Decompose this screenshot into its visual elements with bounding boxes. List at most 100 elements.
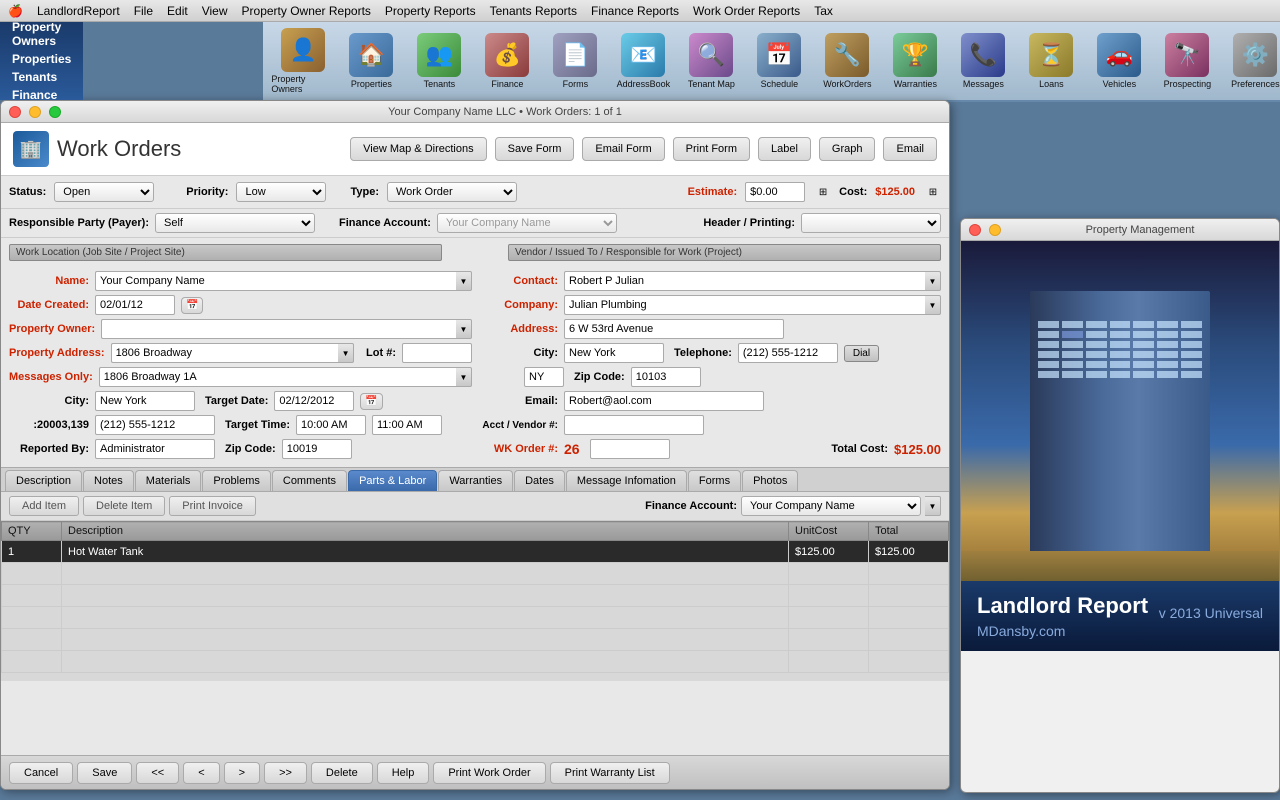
window-close-button[interactable]: [9, 106, 21, 118]
label-button[interactable]: Label: [758, 137, 811, 161]
sidebar-tenants[interactable]: Tenants: [12, 69, 71, 85]
view-map-button[interactable]: View Map & Directions: [350, 137, 486, 161]
target-time2-input[interactable]: [372, 415, 442, 435]
toolbar-messages[interactable]: 📞 Messages: [951, 26, 1015, 96]
menu-item-property-owner-reports[interactable]: Property Owner Reports: [242, 4, 371, 18]
property-owner-input[interactable]: [101, 319, 456, 339]
table-row[interactable]: [2, 585, 949, 607]
table-row[interactable]: [2, 629, 949, 651]
email-button[interactable]: Email: [883, 137, 937, 161]
tab-dates[interactable]: Dates: [514, 470, 565, 491]
add-item-button[interactable]: Add Item: [9, 496, 79, 516]
save-button[interactable]: Save: [77, 762, 132, 784]
wk-order-input[interactable]: [590, 439, 670, 459]
toolbar-vehicles[interactable]: 🚗 Vehicles: [1087, 26, 1151, 96]
company-arrow[interactable]: ▼: [925, 295, 941, 315]
contact-arrow[interactable]: ▼: [925, 271, 941, 291]
target-date-picker[interactable]: 📅: [360, 393, 382, 410]
email-form-button[interactable]: Email Form: [582, 137, 664, 161]
menu-item-work-order-reports[interactable]: Work Order Reports: [693, 4, 800, 18]
toolbar-property-owners[interactable]: 👤 Property Owners: [271, 26, 335, 96]
responsible-party-select[interactable]: Self: [155, 213, 315, 233]
table-row[interactable]: [2, 563, 949, 585]
print-work-order-button[interactable]: Print Work Order: [433, 762, 545, 784]
table-row[interactable]: [2, 607, 949, 629]
estimate-grid-icon[interactable]: ⊞: [815, 184, 831, 200]
date-created-picker[interactable]: 📅: [181, 297, 203, 314]
tab-description[interactable]: Description: [5, 470, 82, 491]
toolbar-forms[interactable]: 📄 Forms: [543, 26, 607, 96]
sidebar-property-owners[interactable]: Property Owners: [12, 19, 71, 49]
tab-comments[interactable]: Comments: [272, 470, 347, 491]
toolbar-workorders[interactable]: 🔧 WorkOrders: [815, 26, 879, 96]
reported-by-input[interactable]: [95, 439, 215, 459]
sidebar-finance[interactable]: Finance: [12, 87, 71, 103]
toolbar-warranties[interactable]: 🏆 Warranties: [883, 26, 947, 96]
next-record-button[interactable]: >: [224, 762, 260, 784]
parts-finance-arrow[interactable]: ▼: [925, 496, 941, 516]
zip-code-right-input[interactable]: [631, 367, 701, 387]
menu-item-property-reports[interactable]: Property Reports: [385, 4, 476, 18]
target-date-input[interactable]: [274, 391, 354, 411]
toolbar-schedule[interactable]: 📅 Schedule: [747, 26, 811, 96]
parts-finance-account-select[interactable]: Your Company Name: [741, 496, 921, 516]
property-address-input[interactable]: [111, 343, 338, 363]
print-form-button[interactable]: Print Form: [673, 137, 750, 161]
toolbar-preferences[interactable]: ⚙️ Preferences: [1223, 26, 1280, 96]
finance-account-select[interactable]: Your Company Name: [437, 213, 617, 233]
table-row[interactable]: [2, 651, 949, 673]
menu-item-app[interactable]: LandlordReport: [37, 4, 120, 18]
apple-menu[interactable]: 🍎: [8, 4, 23, 18]
toolbar-loans[interactable]: ⏳ Loans: [1019, 26, 1083, 96]
menu-item-view[interactable]: View: [202, 4, 228, 18]
cost-grid-icon[interactable]: ⊞: [925, 184, 941, 200]
header-printing-select[interactable]: [801, 213, 941, 233]
city-right-input[interactable]: [564, 343, 664, 363]
sidebar-properties[interactable]: Properties: [12, 51, 71, 67]
name-input[interactable]: [95, 271, 456, 291]
menu-item-file[interactable]: File: [134, 4, 153, 18]
delete-button[interactable]: Delete: [311, 762, 373, 784]
menu-item-tenants-reports[interactable]: Tenants Reports: [490, 4, 577, 18]
messages-only-arrow[interactable]: ▼: [456, 367, 472, 387]
toolbar-tenant-map[interactable]: 🔍 Tenant Map: [679, 26, 743, 96]
help-button[interactable]: Help: [377, 762, 430, 784]
save-form-button[interactable]: Save Form: [495, 137, 575, 161]
window-maximize-button[interactable]: [49, 106, 61, 118]
window-minimize-button[interactable]: [29, 106, 41, 118]
tab-warranties[interactable]: Warranties: [438, 470, 513, 491]
toolbar-prospecting[interactable]: 🔭 Prospecting: [1155, 26, 1219, 96]
tab-problems[interactable]: Problems: [202, 470, 270, 491]
acct-vendor-input[interactable]: [564, 415, 704, 435]
cancel-button[interactable]: Cancel: [9, 762, 73, 784]
name-arrow[interactable]: ▼: [456, 271, 472, 291]
table-row[interactable]: 1 Hot Water Tank $125.00 $125.00: [2, 541, 949, 563]
toolbar-finance[interactable]: 💰 Finance: [475, 26, 539, 96]
toolbar-properties[interactable]: 🏠 Properties: [339, 26, 403, 96]
lot-input[interactable]: [402, 343, 472, 363]
menu-item-finance-reports[interactable]: Finance Reports: [591, 4, 679, 18]
print-invoice-button[interactable]: Print Invoice: [169, 496, 256, 516]
status-select[interactable]: Open: [54, 182, 154, 202]
tab-parts-labor[interactable]: Parts & Labor: [348, 470, 437, 491]
toolbar-addressbook[interactable]: 📧 AddressBook: [611, 26, 675, 96]
graph-button[interactable]: Graph: [819, 137, 876, 161]
date-created-input[interactable]: [95, 295, 175, 315]
prev-record-button[interactable]: <: [183, 762, 219, 784]
delete-item-button[interactable]: Delete Item: [83, 496, 165, 516]
contact-input[interactable]: [564, 271, 925, 291]
tab-photos[interactable]: Photos: [742, 470, 798, 491]
tab-forms[interactable]: Forms: [688, 470, 741, 491]
print-warranty-list-button[interactable]: Print Warranty List: [550, 762, 670, 784]
zip-code-left-input[interactable]: [282, 439, 352, 459]
messages-only-input[interactable]: [99, 367, 456, 387]
priority-select[interactable]: Low: [236, 182, 326, 202]
last-record-button[interactable]: >>: [264, 762, 307, 784]
city-left-input[interactable]: [95, 391, 195, 411]
address-input[interactable]: [564, 319, 784, 339]
toolbar-tenants[interactable]: 👥 Tenants: [407, 26, 471, 96]
menu-item-edit[interactable]: Edit: [167, 4, 188, 18]
estimate-input[interactable]: [745, 182, 805, 202]
right-window-minimize[interactable]: [989, 224, 1001, 236]
company-input[interactable]: [564, 295, 925, 315]
